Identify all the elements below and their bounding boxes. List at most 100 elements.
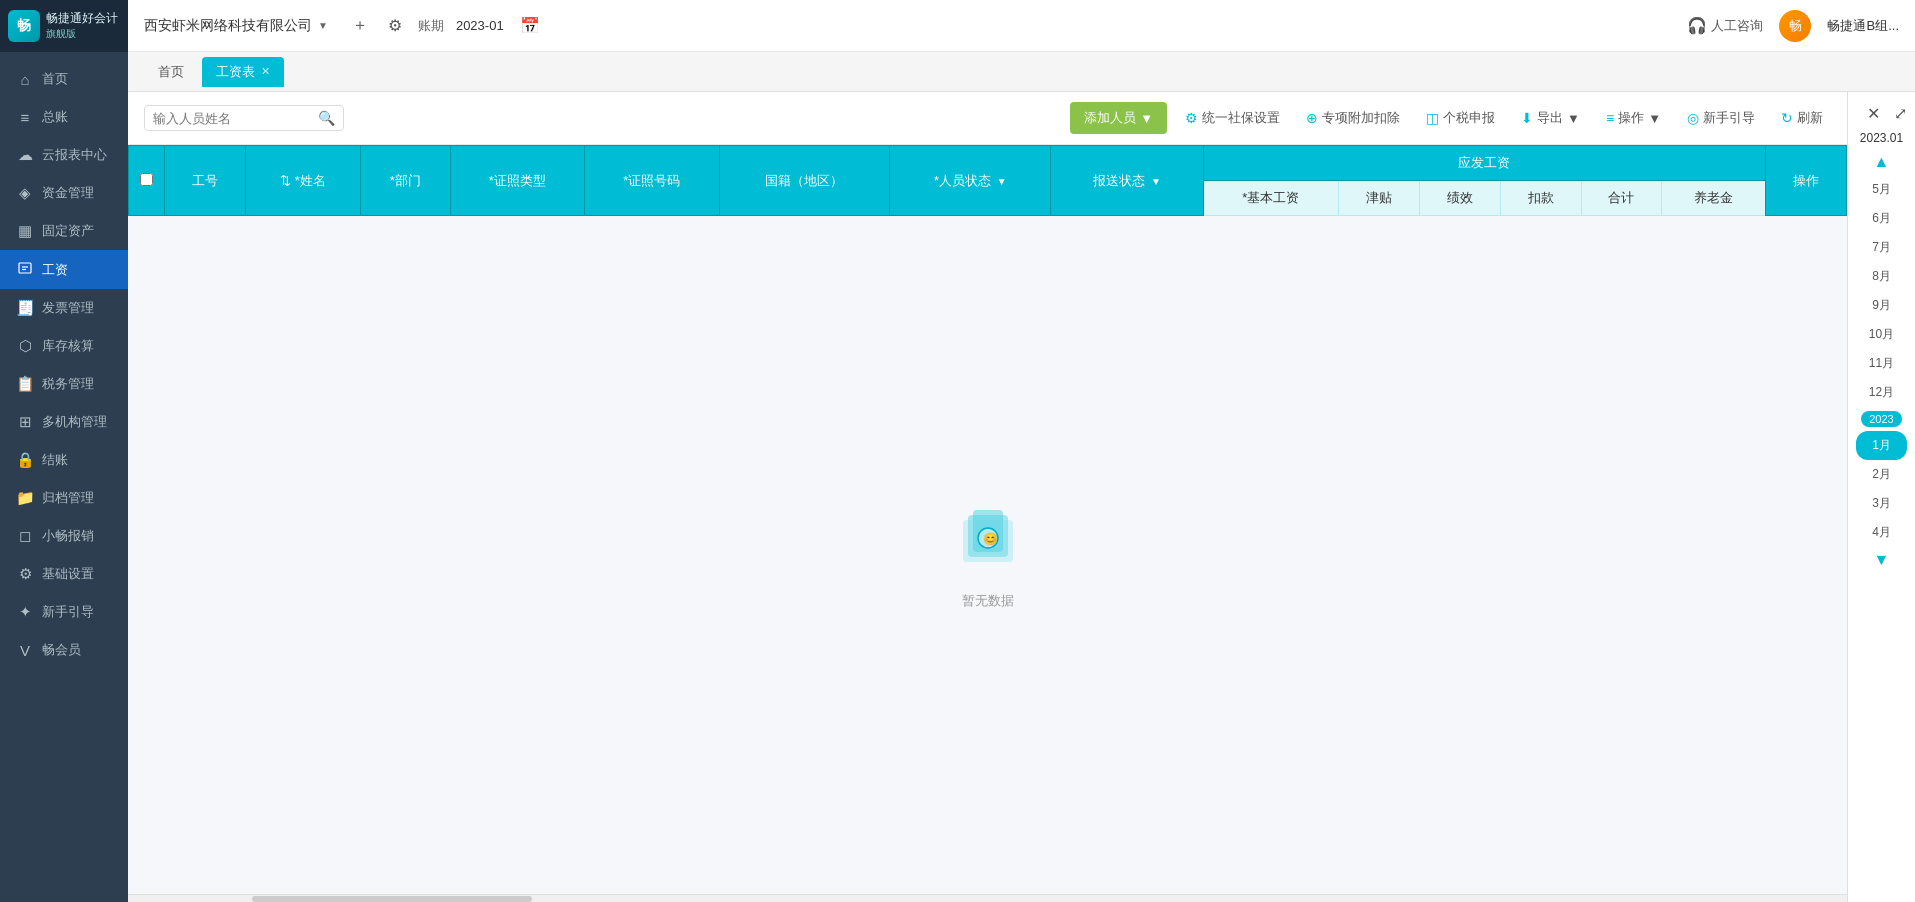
report-filter-icon[interactable]: ▼ <box>1151 176 1161 187</box>
salary-table: 工号 ⇅ *姓名 *部门 *证照类型 *证照号码 国籍（地区） *人员状态 ▼ <box>128 145 1847 216</box>
month-item-2[interactable]: 2月 <box>1848 460 1915 489</box>
year-2023-badge[interactable]: 2023 <box>1861 411 1901 427</box>
sidebar-item-cloud-report[interactable]: ☁ 云报表中心 <box>0 136 128 174</box>
month-item-6[interactable]: 6月 <box>1848 204 1915 233</box>
sidebar-item-closing-label: 结账 <box>42 451 68 469</box>
sidebar-item-closing[interactable]: 🔒 结账 <box>0 441 128 479</box>
sidebar-item-inventory[interactable]: ⬡ 库存核算 <box>0 327 128 365</box>
settings-icon: ⚙ <box>16 565 34 583</box>
guide-btn-icon: ◎ <box>1687 110 1699 126</box>
sidebar-item-expense-label: 小畅报销 <box>42 527 94 545</box>
sidebar-item-multi-org[interactable]: ⊞ 多机构管理 <box>0 403 128 441</box>
fund-icon: ◈ <box>16 184 34 202</box>
sidebar-item-cloud-report-label: 云报表中心 <box>42 146 107 164</box>
app-logo: 畅 畅捷通好会计 旗舰版 <box>0 0 128 52</box>
sidebar-item-settings[interactable]: ⚙ 基础设置 <box>0 555 128 593</box>
month-item-9[interactable]: 9月 <box>1848 291 1915 320</box>
add-company-btn[interactable]: ＋ <box>348 11 372 40</box>
user-name: 畅捷通B组... <box>1827 17 1899 35</box>
month-item-11[interactable]: 11月 <box>1848 349 1915 378</box>
operation-btn[interactable]: ≡ 操作 ▼ <box>1598 105 1669 131</box>
table-header-total: 合计 <box>1581 181 1662 216</box>
settings-btn[interactable]: ⚙ <box>384 12 406 39</box>
sidebar-item-archive[interactable]: 📁 归档管理 <box>0 479 128 517</box>
table-header-id-number: *证照号码 <box>585 146 720 216</box>
panel-close-btn[interactable]: ✕ <box>1863 100 1884 127</box>
archive-icon: 📁 <box>16 489 34 507</box>
tab-salary[interactable]: 工资表 ✕ <box>202 57 284 87</box>
table-header-nationality: 国籍（地区） <box>719 146 890 216</box>
export-dropdown-icon: ▼ <box>1567 111 1580 126</box>
tab-home[interactable]: 首页 <box>144 57 198 87</box>
month-item-8[interactable]: 8月 <box>1848 262 1915 291</box>
table-header-deduction: 扣款 <box>1500 181 1581 216</box>
month-item-3[interactable]: 3月 <box>1848 489 1915 518</box>
sidebar-item-guide[interactable]: ✦ 新手引导 <box>0 593 128 631</box>
company-dropdown-icon: ▼ <box>318 20 328 31</box>
member-icon: V <box>16 642 34 659</box>
svg-text:😊: 😊 <box>983 531 998 546</box>
sidebar-item-fixed-assets[interactable]: ▦ 固定资产 <box>0 212 128 250</box>
table-header-performance: 绩效 <box>1419 181 1500 216</box>
sidebar-item-salary-label: 工资 <box>42 261 68 279</box>
sidebar-item-fund-label: 资金管理 <box>42 184 94 202</box>
sidebar-item-ledger[interactable]: ≡ 总账 <box>0 98 128 136</box>
header-actions: ＋ ⚙ <box>348 11 406 40</box>
month-item-1[interactable]: 1月 <box>1856 431 1907 460</box>
refresh-btn[interactable]: ↻ 刷新 <box>1773 105 1831 131</box>
month-item-12[interactable]: 12月 <box>1848 378 1915 407</box>
company-selector[interactable]: 西安虾米网络科技有限公司 ▼ <box>144 17 328 35</box>
status-filter-icon[interactable]: ▼ <box>997 176 1007 187</box>
month-item-5[interactable]: 5月 <box>1848 175 1915 204</box>
sidebar-item-fixed-assets-label: 固定资产 <box>42 222 94 240</box>
special-deduction-btn[interactable]: ⊕ 专项附加扣除 <box>1298 105 1408 131</box>
social-security-label: 统一社保设置 <box>1202 109 1280 127</box>
sidebar-item-member-label: 畅会员 <box>42 641 81 659</box>
sidebar-item-member[interactable]: V 畅会员 <box>0 631 128 669</box>
sort-icon[interactable]: ⇅ <box>280 173 291 188</box>
select-all-checkbox[interactable] <box>140 173 153 186</box>
export-icon: ⬇ <box>1521 110 1533 126</box>
sidebar-item-guide-label: 新手引导 <box>42 603 94 621</box>
table-header-base-salary: *基本工资 <box>1204 181 1339 216</box>
service-btn[interactable]: 🎧 人工咨询 <box>1687 16 1763 35</box>
export-btn[interactable]: ⬇ 导出 ▼ <box>1513 105 1588 131</box>
tax-btn[interactable]: ◫ 个税申报 <box>1418 105 1503 131</box>
panel-expand-btn[interactable]: ⤢ <box>1890 100 1911 127</box>
app-name: 畅捷通好会计 <box>46 11 118 27</box>
add-person-dropdown-icon: ▼ <box>1140 111 1153 126</box>
month-item-10[interactable]: 10月 <box>1848 320 1915 349</box>
table-header-id-type: *证照类型 <box>450 146 585 216</box>
month-item-7[interactable]: 7月 <box>1848 233 1915 262</box>
guide-btn[interactable]: ◎ 新手引导 <box>1679 105 1763 131</box>
period-label: 账期 <box>418 17 444 35</box>
sidebar-item-home[interactable]: ⌂ 首页 <box>0 60 128 98</box>
sidebar-item-salary[interactable]: 工资 <box>0 250 128 289</box>
export-label: 导出 <box>1537 109 1563 127</box>
scroll-thumb[interactable] <box>252 896 532 902</box>
sidebar-item-invoice[interactable]: 🧾 发票管理 <box>0 289 128 327</box>
salary-icon <box>16 260 34 279</box>
sidebar-item-settings-label: 基础设置 <box>42 565 94 583</box>
app-edition: 旗舰版 <box>46 27 118 41</box>
month-item-4[interactable]: 4月 <box>1848 518 1915 547</box>
add-person-button[interactable]: 添加人员 ▼ <box>1070 102 1167 134</box>
scroll-up-btn[interactable]: ▲ <box>1848 149 1915 175</box>
refresh-icon: ↻ <box>1781 110 1793 126</box>
operation-icon: ≡ <box>1606 110 1614 126</box>
social-security-btn[interactable]: ⚙ 统一社保设置 <box>1177 105 1288 131</box>
logo-text-wrap: 畅捷通好会计 旗舰版 <box>46 11 118 41</box>
table-header-status: *人员状态 ▼ <box>890 146 1051 216</box>
search-input[interactable] <box>153 111 312 126</box>
fixed-assets-icon: ▦ <box>16 222 34 240</box>
sidebar-item-invoice-label: 发票管理 <box>42 299 94 317</box>
tab-salary-close[interactable]: ✕ <box>261 65 270 78</box>
sidebar-item-fund[interactable]: ◈ 资金管理 <box>0 174 128 212</box>
scroll-down-btn[interactable]: ▼ <box>1848 547 1915 573</box>
table-header-report-status: 报送状态 ▼ <box>1051 146 1204 216</box>
sidebar: 畅 畅捷通好会计 旗舰版 ⌂ 首页 ≡ 总账 ☁ 云报表中心 ◈ 资金管理 ▦ … <box>0 0 128 902</box>
sidebar-item-tax[interactable]: 📋 税务管理 <box>0 365 128 403</box>
table-header-allowance: 津贴 <box>1338 181 1419 216</box>
sidebar-item-expense[interactable]: ◻ 小畅报销 <box>0 517 128 555</box>
calendar-icon[interactable]: 📅 <box>516 12 544 39</box>
